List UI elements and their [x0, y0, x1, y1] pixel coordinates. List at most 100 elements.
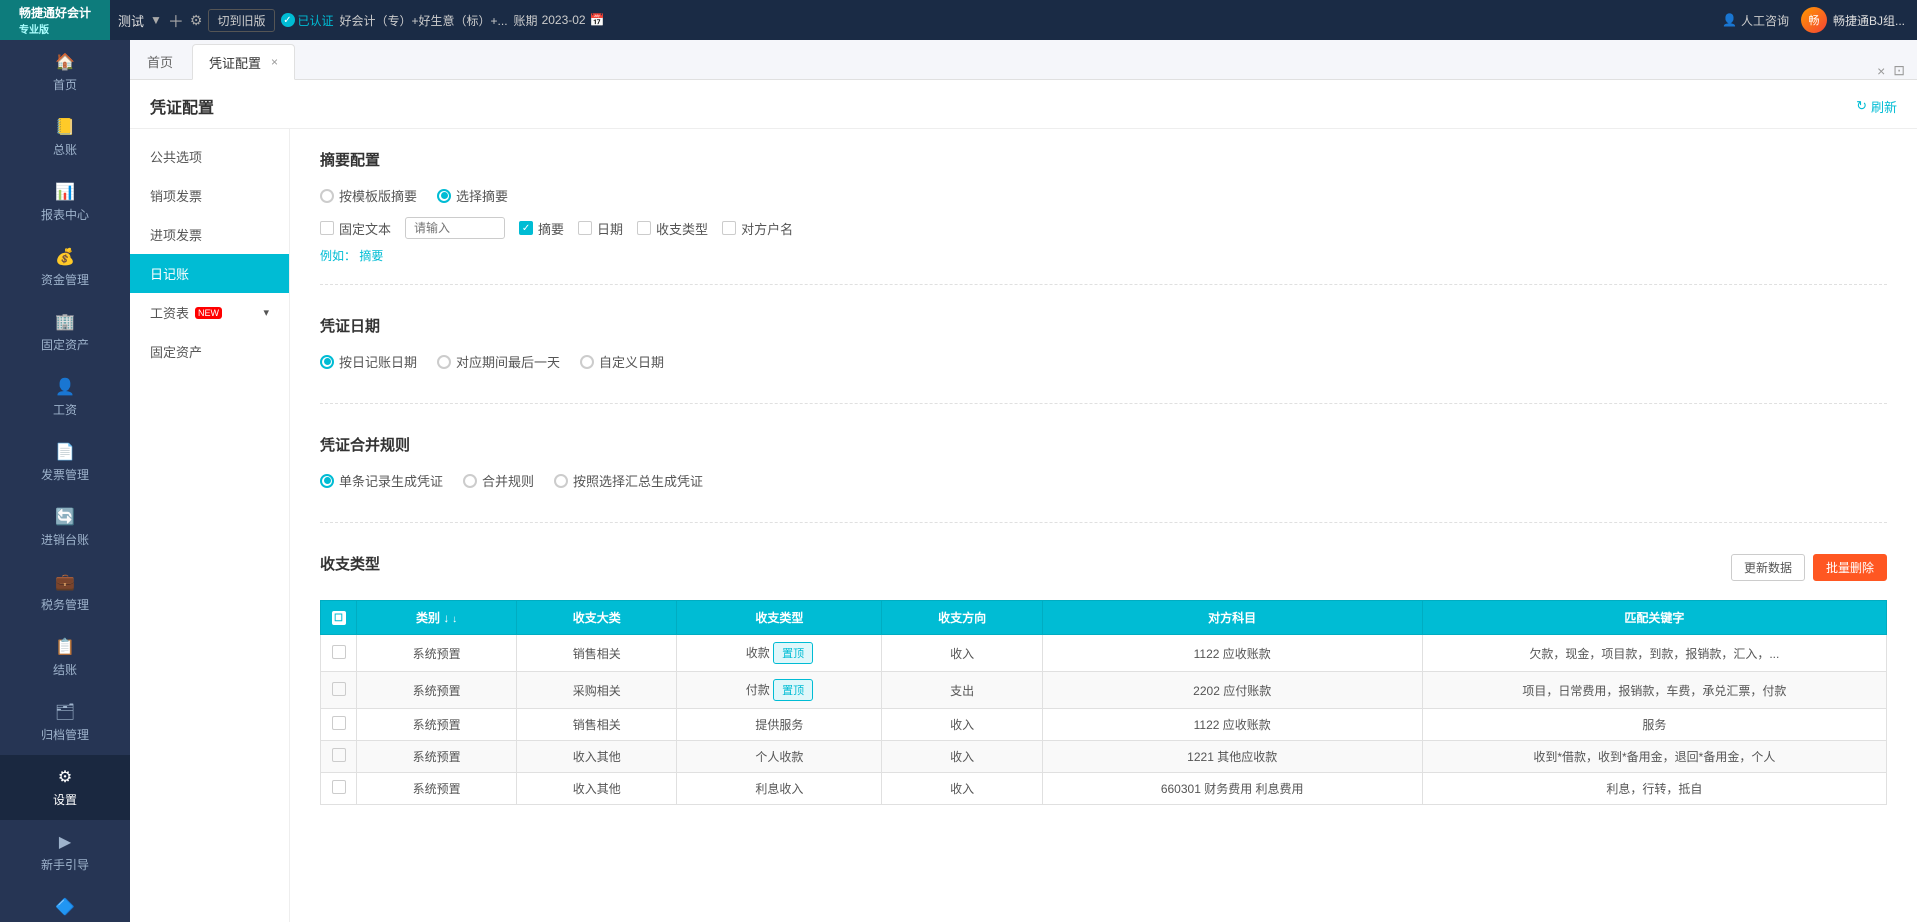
add-icon[interactable]: ＋	[168, 8, 184, 32]
radio-circle-total	[554, 474, 568, 488]
table-row: 系统预置 收入其他 利息收入 收入 660301 财务费用 利息费用 利息，行转…	[321, 773, 1887, 805]
row-category: 系统预置	[357, 709, 517, 741]
fund-icon: 💰	[55, 247, 75, 267]
checkbox-counterpart[interactable]: 对方户名	[722, 219, 793, 238]
user-menu[interactable]: 畅 畅捷通BJ组...	[1801, 7, 1905, 33]
th-checkbox[interactable]: ☐	[321, 601, 357, 635]
menu-item-fixed-assets2[interactable]: 固定资产	[130, 332, 289, 371]
switch-version-button[interactable]: 切到旧版	[208, 9, 274, 32]
sidebar-label-fund: 资金管理	[41, 271, 89, 288]
menu-label-daily-ledger: 日记账	[150, 264, 189, 283]
sidebar-label-fixed: 固定资产	[41, 336, 89, 353]
income-expense-table: ☐ 类别 ↓ 收支大类 收支类型 收支方向 对方科目 匹配关键字	[320, 600, 1887, 805]
sidebar-item-tax-mgmt[interactable]: 💼 税务管理	[0, 560, 130, 625]
row-checkbox[interactable]	[321, 773, 357, 805]
row-checkbox[interactable]	[321, 635, 357, 672]
help-button[interactable]: 👤 人工咨询	[1722, 12, 1789, 29]
logo-line2: 专业版	[19, 21, 91, 36]
update-data-button[interactable]: 更新数据	[1731, 554, 1805, 581]
top-tag[interactable]: 置顶	[773, 642, 813, 664]
row-checkbox[interactable]	[321, 741, 357, 773]
tab-home[interactable]: 首页	[130, 43, 190, 79]
home-icon: 🏠	[55, 52, 75, 72]
app-logo: 畅捷通好会计 专业版	[0, 0, 110, 40]
page-header: 凭证配置 ↻ 刷新	[130, 80, 1917, 129]
table-row: 系统预置 销售相关 提供服务 收入 1122 应收账款 服务	[321, 709, 1887, 741]
row-type: 个人收款	[677, 741, 882, 773]
menu-item-payroll-sheet[interactable]: 工资表 NEW ▾	[130, 293, 289, 332]
sidebar-label-settings: 设置	[53, 791, 77, 808]
top-bar-right: 👤 人工咨询 畅 畅捷通BJ组...	[1722, 7, 1905, 33]
menu-item-daily-ledger[interactable]: 日记账	[130, 254, 289, 293]
sidebar-item-archive-mgmt[interactable]: 🗂 归档管理	[0, 690, 130, 755]
fixed-text-input[interactable]	[405, 217, 505, 239]
sidebar-item-invoice-mgmt[interactable]: 📄 发票管理	[0, 430, 130, 495]
radio-select-summary[interactable]: 选择摘要	[437, 186, 508, 205]
tab-close-icon[interactable]: ×	[271, 55, 278, 69]
top-tag[interactable]: 置顶	[773, 679, 813, 701]
row-category: 系统预置	[357, 635, 517, 672]
sidebar-item-settings[interactable]: ⚙ 设置	[0, 755, 130, 820]
menu-item-sales-invoice[interactable]: 销项发票	[130, 176, 289, 215]
menu-label-payroll-sheet: 工资表	[150, 303, 189, 322]
sidebar-item-payroll[interactable]: 👤 工资	[0, 365, 130, 430]
radio-total[interactable]: 按照选择汇总生成凭证	[554, 471, 703, 490]
row-counterpart-account: 1122 应收账款	[1042, 635, 1422, 672]
refresh-button[interactable]: ↻ 刷新	[1856, 97, 1897, 116]
menu-item-purchase-invoice[interactable]: 进项发票	[130, 215, 289, 254]
voucher-date-radio-group: 按日记账日期 对应期间最后一天 自定义日期	[320, 352, 1887, 371]
sidebar-item-home[interactable]: 🏠 首页	[0, 40, 130, 105]
tab-home-label: 首页	[147, 52, 173, 71]
sidebar-item-new-guide[interactable]: ▶ 新手引导	[0, 820, 130, 885]
username-label: 畅捷通BJ组...	[1833, 12, 1905, 29]
row-checkbox[interactable]	[321, 709, 357, 741]
checkbox-income-type[interactable]: 收支类型	[637, 219, 708, 238]
calendar-icon[interactable]: 📅	[590, 13, 605, 27]
top-bar: 畅捷通好会计 专业版 测试 ▼ ＋ ⚙ 切到旧版 已认证 好会计（专）+好生意（…	[0, 0, 1917, 40]
batch-delete-button[interactable]: 批量删除	[1813, 554, 1887, 581]
payroll-icon: 👤	[55, 377, 75, 397]
radio-daily-date[interactable]: 按日记账日期	[320, 352, 417, 371]
radio-circle-period-last	[437, 355, 451, 369]
radio-label-daily-date: 按日记账日期	[339, 352, 417, 371]
menu-item-public[interactable]: 公共选项	[130, 137, 289, 176]
checkbox-date[interactable]: 日期	[578, 219, 623, 238]
purchase-icon: 🔄	[55, 507, 75, 527]
row-major-type: 采购相关	[517, 672, 677, 709]
th-category[interactable]: 类别 ↓	[357, 601, 517, 635]
row-counterpart-account: 2202 应付账款	[1042, 672, 1422, 709]
summary-checkbox-row: 固定文本 ✓ 摘要 日期	[320, 217, 1887, 239]
row-checkbox[interactable]	[321, 672, 357, 709]
tab-voucher-config[interactable]: 凭证配置 ×	[192, 44, 295, 80]
row-direction: 收入	[882, 741, 1042, 773]
sidebar-item-settlement[interactable]: 📋 结账	[0, 625, 130, 690]
checkbox-fixed-text[interactable]: 固定文本	[320, 219, 391, 238]
radio-label-custom-date: 自定义日期	[599, 352, 664, 371]
sidebar-item-purchase-sale[interactable]: 🔄 进销台账	[0, 495, 130, 560]
restore-window-icon[interactable]: ⊡	[1893, 62, 1905, 79]
radio-template-summary[interactable]: 按模板版摘要	[320, 186, 417, 205]
checkbox-summary[interactable]: ✓ 摘要	[519, 219, 564, 238]
radio-single[interactable]: 单条记录生成凭证	[320, 471, 443, 490]
new-badge: NEW	[195, 307, 222, 319]
radio-merge[interactable]: 合并规则	[463, 471, 534, 490]
sidebar-item-vip[interactable]: 🔷 畅会员	[0, 885, 130, 922]
settings-icon: ⚙	[58, 767, 72, 787]
select-all-checkbox[interactable]: ☐	[332, 611, 346, 625]
sidebar-label-purchase: 进销台账	[41, 531, 89, 548]
checkbox-box-date	[578, 221, 592, 235]
radio-period-last[interactable]: 对应期间最后一天	[437, 352, 560, 371]
sidebar-label-report: 报表中心	[41, 206, 89, 223]
dropdown-arrow-icon[interactable]: ▼	[150, 13, 162, 27]
sidebar-item-report-center[interactable]: 📊 报表中心	[0, 170, 130, 235]
row-match-keyword: 服务	[1422, 709, 1886, 741]
close-window-icon[interactable]: ×	[1877, 63, 1885, 79]
th-major-type: 收支大类	[517, 601, 677, 635]
archive-icon: 🗂	[55, 702, 75, 722]
sidebar-item-fund-mgmt[interactable]: 💰 资金管理	[0, 235, 130, 300]
sidebar-item-general-ledger[interactable]: 📒 总账	[0, 105, 130, 170]
gear-icon[interactable]: ⚙	[190, 12, 203, 29]
settlement-icon: 📋	[55, 637, 75, 657]
sidebar-item-fixed-assets[interactable]: 🏢 固定资产	[0, 300, 130, 365]
radio-custom-date[interactable]: 自定义日期	[580, 352, 664, 371]
